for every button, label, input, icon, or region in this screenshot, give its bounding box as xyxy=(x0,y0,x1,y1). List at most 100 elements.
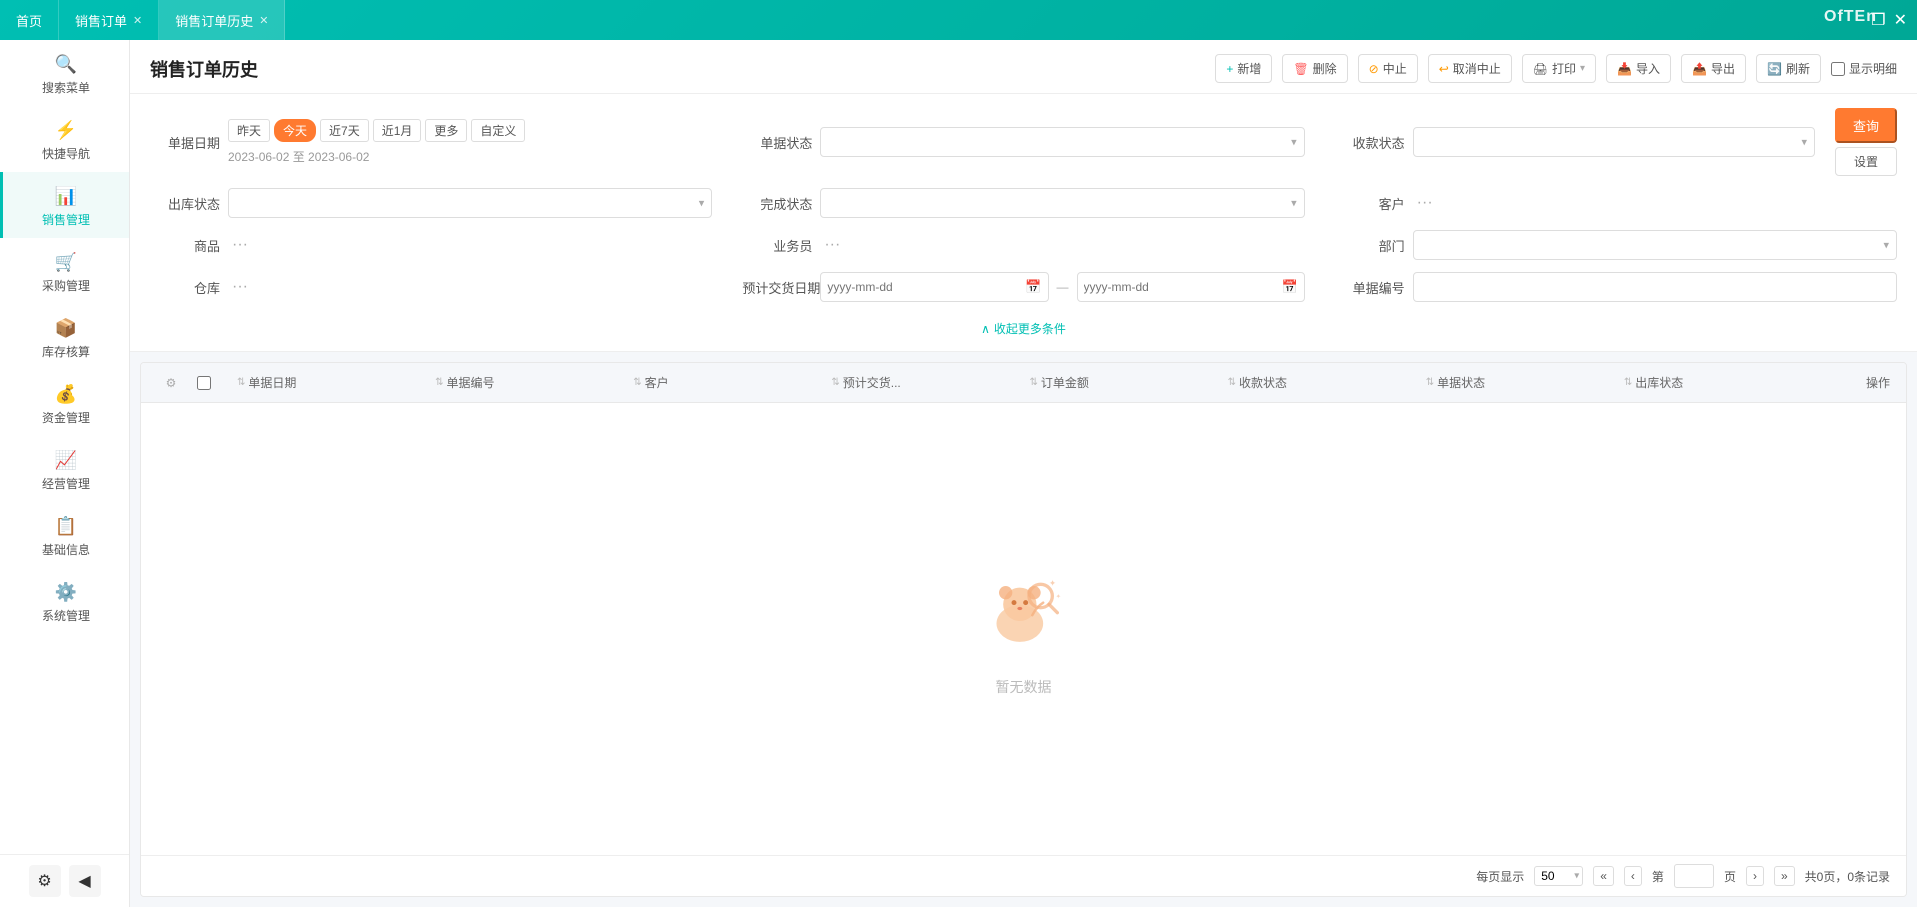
sidebar-item-finance[interactable]: 💰 资金管理 xyxy=(0,370,129,436)
date-btn-last30[interactable]: 近1月 xyxy=(373,119,422,142)
sidebar-collapse-btn[interactable]: ◀ xyxy=(69,865,101,897)
filter-delivery-date: 预计交货日期 📅 — 📅 xyxy=(742,272,1304,302)
empty-text: 暂无数据 xyxy=(996,677,1052,697)
col-bill-status: ⇅ 单据状态 xyxy=(1420,374,1618,391)
close-window-icon[interactable]: ✕ xyxy=(1894,10,1907,30)
tab-sales-order[interactable]: 销售订单 ✕ xyxy=(59,0,159,40)
tab-sales-history-close[interactable]: ✕ xyxy=(259,14,268,27)
dept-select-wrapper xyxy=(1413,230,1897,260)
sidebar-item-sales[interactable]: 📊 销售管理 xyxy=(0,172,129,238)
display-cols-toggle[interactable]: 显示明细 xyxy=(1831,60,1897,77)
search-menu-icon: 🔍 xyxy=(55,54,77,75)
goods-dots-btn[interactable]: ··· xyxy=(228,236,252,254)
col-delivery-label: 预计交货... xyxy=(843,374,901,391)
main-content: 销售订单历史 + 新增 🗑 删除 ⊘ 中止 ↩ 取消中止 xyxy=(130,40,1917,907)
col-delivery-sort-icon[interactable]: ⇅ xyxy=(831,377,839,388)
warehouse-dots-btn[interactable]: ··· xyxy=(228,278,252,296)
per-page-select-wrapper: 10 20 50 100 xyxy=(1534,866,1583,886)
new-button[interactable]: + 新增 xyxy=(1215,54,1272,83)
col-checkbox xyxy=(191,376,231,390)
date-btn-more[interactable]: 更多 xyxy=(425,119,467,142)
top-bar: 首页 销售订单 ✕ 销售订单历史 ✕ OfTEn ❐ ✕ xyxy=(0,0,1917,40)
col-bill-status-sort-icon[interactable]: ⇅ xyxy=(1426,377,1434,388)
sidebar-item-base[interactable]: 📋 基础信息 xyxy=(0,502,129,568)
tab-sales-history[interactable]: 销售订单历史 ✕ xyxy=(159,0,285,40)
col-amount: ⇅ 订单金额 xyxy=(1024,374,1222,391)
sidebar-item-search-menu[interactable]: 🔍 搜索菜单 xyxy=(0,40,129,106)
customer-dots-btn[interactable]: ··· xyxy=(1413,194,1437,212)
collapse-row[interactable]: ∧ 收起更多条件 xyxy=(150,314,1897,337)
first-page-button[interactable]: « xyxy=(1593,866,1614,886)
table-settings-icon[interactable]: ⚙ xyxy=(166,376,177,390)
complete-select[interactable] xyxy=(820,188,1304,218)
date-buttons: 昨天 今天 近7天 近1月 更多 自定义 xyxy=(228,119,525,142)
col-amount-sort-icon[interactable]: ⇅ xyxy=(1030,377,1038,388)
prev-page-button[interactable]: ‹ xyxy=(1624,866,1642,886)
sidebar-collapse-icon: ◀ xyxy=(78,871,90,891)
bill-number-input[interactable] xyxy=(1413,272,1897,302)
sidebar-item-inventory[interactable]: 📦 库存核算 xyxy=(0,304,129,370)
delete-button[interactable]: 🗑 删除 xyxy=(1282,54,1347,83)
bill-number-label: 单据编号 xyxy=(1335,278,1405,297)
date-btn-yesterday[interactable]: 昨天 xyxy=(228,119,270,142)
sidebar-item-search-menu-label: 搜索菜单 xyxy=(42,79,90,96)
tab-sales-history-label: 销售订单历史 xyxy=(175,11,253,30)
col-bill-status-label: 单据状态 xyxy=(1437,374,1485,391)
out-stock-select[interactable] xyxy=(228,188,712,218)
tab-home[interactable]: 首页 xyxy=(0,0,59,40)
refresh-button[interactable]: 🔄 刷新 xyxy=(1756,54,1821,83)
quick-nav-icon: ⚡ xyxy=(55,120,77,141)
col-customer-sort-icon[interactable]: ⇅ xyxy=(633,377,641,388)
col-out-status-sort-icon[interactable]: ⇅ xyxy=(1624,377,1632,388)
filter-bill-status: 单据状态 xyxy=(742,127,1304,157)
delivery-date-from-input[interactable] xyxy=(827,280,1021,294)
query-button[interactable]: 查询 xyxy=(1835,108,1897,143)
col-number-sort-icon[interactable]: ⇅ xyxy=(435,377,443,388)
customer-control: ··· xyxy=(1413,194,1897,212)
display-cols-checkbox[interactable] xyxy=(1831,62,1845,76)
col-settings: ⚙ xyxy=(151,376,191,390)
current-page-input[interactable]: 1 xyxy=(1674,864,1714,888)
date-btn-custom[interactable]: 自定义 xyxy=(471,119,525,142)
per-page-select[interactable]: 10 20 50 100 xyxy=(1534,866,1583,886)
calendar-from-icon[interactable]: 📅 xyxy=(1025,279,1041,295)
select-all-checkbox[interactable] xyxy=(197,376,211,390)
import-button[interactable]: 📥 导入 xyxy=(1606,54,1671,83)
col-customer-label: 客户 xyxy=(645,374,669,391)
sidebar-settings-btn[interactable]: ⚙ xyxy=(29,865,61,897)
sidebar-item-operations[interactable]: 📈 经营管理 xyxy=(0,436,129,502)
tab-sales-order-close[interactable]: ✕ xyxy=(133,14,142,27)
sidebar-item-quick-nav[interactable]: ⚡ 快捷导航 xyxy=(0,106,129,172)
date-btn-today[interactable]: 今天 xyxy=(274,119,316,142)
dept-select[interactable] xyxy=(1413,230,1897,260)
stop-button[interactable]: ⊘ 中止 xyxy=(1358,54,1418,83)
import-icon: 📥 xyxy=(1617,62,1632,76)
bill-status-select[interactable] xyxy=(820,127,1304,157)
col-date-sort-icon[interactable]: ⇅ xyxy=(237,377,245,388)
date-btn-last7[interactable]: 近7天 xyxy=(320,119,369,142)
filter-area: 单据日期 昨天 今天 近7天 近1月 更多 自定义 2023-06-02 xyxy=(130,94,1917,352)
warehouse-label: 仓库 xyxy=(150,278,220,297)
cancel-stop-button[interactable]: ↩ 取消中止 xyxy=(1428,54,1512,83)
settings-button[interactable]: 设置 xyxy=(1835,147,1897,176)
delivery-date-to-input[interactable] xyxy=(1084,280,1278,294)
col-payment-status-sort-icon[interactable]: ⇅ xyxy=(1228,377,1236,388)
delivery-date-to-wrap: 📅 xyxy=(1077,272,1305,302)
restore-icon[interactable]: ❐ xyxy=(1871,10,1885,30)
total-info: 共0页，0条记录 xyxy=(1805,868,1890,885)
last-page-button[interactable]: » xyxy=(1774,866,1795,886)
payment-status-select[interactable] xyxy=(1413,127,1815,157)
sidebar-item-purchase[interactable]: 🛒 采购管理 xyxy=(0,238,129,304)
page-label-prefix: 第 xyxy=(1652,868,1664,885)
calendar-to-icon[interactable]: 📅 xyxy=(1281,279,1297,295)
sidebar-item-system[interactable]: ⚙️ 系统管理 xyxy=(0,568,129,634)
export-button[interactable]: 📤 导出 xyxy=(1681,54,1746,83)
filter-row-3: 商品 ··· 业务员 ··· 部门 xyxy=(150,230,1897,260)
salesman-dots-btn[interactable]: ··· xyxy=(820,236,844,254)
filter-bill-number: 单据编号 xyxy=(1335,272,1897,302)
next-page-button[interactable]: › xyxy=(1746,866,1764,886)
customer-label: 客户 xyxy=(1335,194,1405,213)
sidebar-item-operations-label: 经营管理 xyxy=(42,475,90,492)
print-button[interactable]: 🖨 打印 ▾ xyxy=(1522,54,1596,83)
payment-status-select-wrapper xyxy=(1413,127,1815,157)
